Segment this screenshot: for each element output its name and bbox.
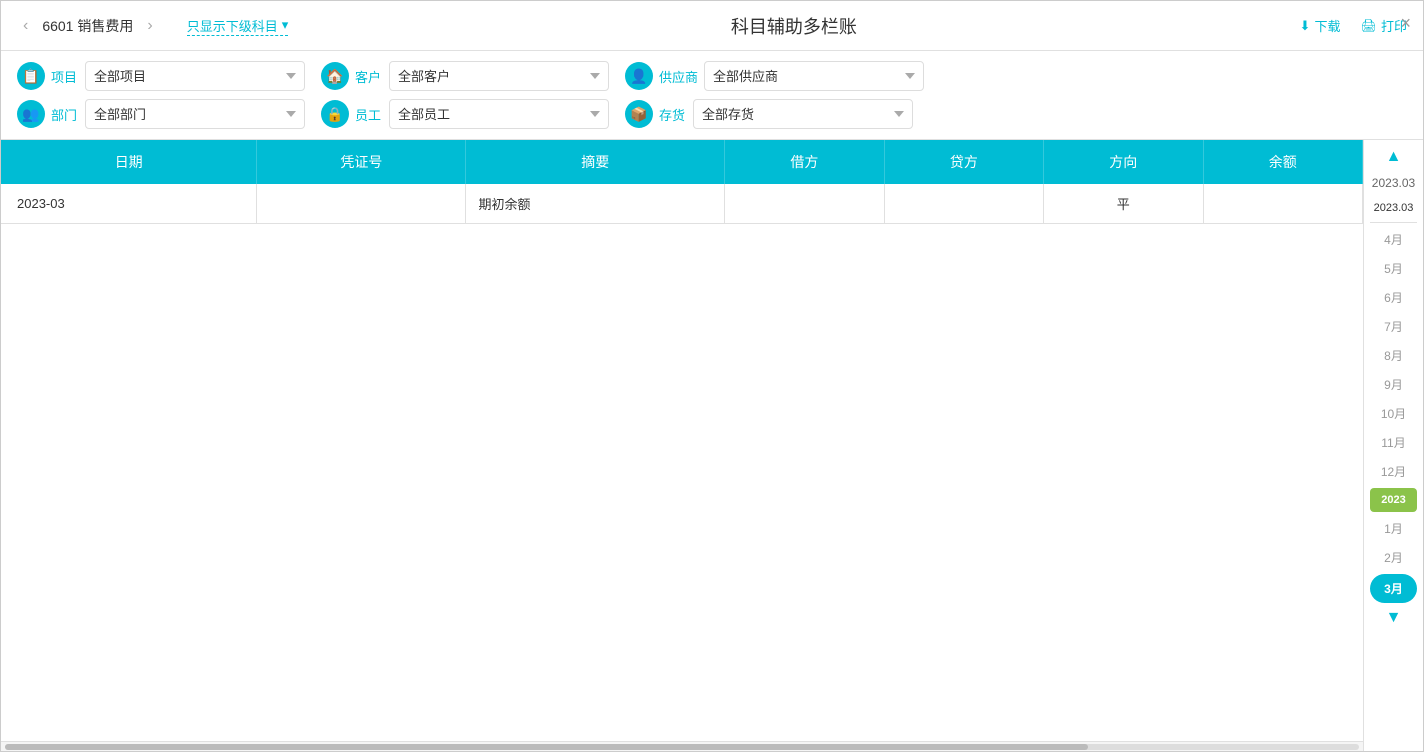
sidebar-month-4[interactable]: 4月	[1364, 225, 1423, 254]
right-sidebar: ▲ 2023.03 2023.03 4月 5月 6月 7月 8月 9月 10月 …	[1363, 140, 1423, 751]
employee-label: 员工	[355, 105, 383, 124]
project-icon: 📋	[17, 62, 45, 90]
inventory-filter-item: 📦 存货 全部存货	[625, 99, 913, 129]
cell-summary: 期初余额	[466, 184, 725, 224]
page-title: 科目辅助多栏账	[731, 13, 857, 39]
col-date: 日期	[1, 140, 257, 184]
col-summary: 摘要	[466, 140, 725, 184]
customer-icon: 🏠	[321, 62, 349, 90]
only-sub-toggle[interactable]: 只显示下级科目 ▾	[187, 16, 289, 36]
sidebar-month-8[interactable]: 8月	[1364, 341, 1423, 370]
sidebar-month-2[interactable]: 2月	[1364, 543, 1423, 572]
sidebar-month-3-active[interactable]: 3月	[1370, 574, 1417, 603]
customer-filter-item: 🏠 客户 全部客户	[321, 61, 609, 91]
col-direction: 方向	[1044, 140, 1203, 184]
sidebar-divider-1	[1370, 222, 1417, 223]
sidebar-period-2023-03-sub[interactable]: 2023.03	[1364, 196, 1423, 220]
sidebar-month-12[interactable]: 12月	[1364, 457, 1423, 486]
scrollbar-track	[5, 744, 1359, 750]
title-actions: ⬇ 下载 🖨 打印	[1300, 16, 1407, 35]
sidebar-month-9[interactable]: 9月	[1364, 370, 1423, 399]
title-bar: ‹ 6601 销售费用 › 只显示下级科目 ▾ 科目辅助多栏账 ⬇ 下载 🖨 打…	[1, 1, 1423, 51]
filter-row-2: 👥 部门 全部部门 🔒 员工 全部员工 📦 存货 全部存货	[17, 99, 1407, 129]
cell-voucher	[257, 184, 466, 224]
download-label: 下载	[1314, 16, 1340, 35]
inventory-label: 存货	[659, 105, 687, 124]
horizontal-scrollbar[interactable]	[1, 741, 1363, 751]
nav-prev-button[interactable]: ‹	[17, 15, 34, 37]
project-label: 项目	[51, 67, 79, 86]
cell-direction: 平	[1044, 184, 1203, 224]
download-icon: ⬇	[1300, 18, 1311, 34]
cell-balance	[1203, 184, 1362, 224]
department-select[interactable]: 全部部门	[85, 99, 305, 129]
customer-label: 客户	[355, 67, 383, 86]
only-sub-arrow: ▾	[282, 17, 289, 33]
sidebar-month-11[interactable]: 11月	[1364, 428, 1423, 457]
content-area: 日期 凭证号 摘要 借方 贷方 方向 余额 2023-03	[1, 140, 1423, 751]
only-sub-label: 只显示下级科目	[187, 16, 278, 35]
filter-row-1: 📋 项目 全部项目 🏠 客户 全部客户 👤 供应商 全部供应商	[17, 61, 1407, 91]
sidebar-month-1[interactable]: 1月	[1364, 514, 1423, 543]
cell-credit	[884, 184, 1043, 224]
filters-panel: 📋 项目 全部项目 🏠 客户 全部客户 👤 供应商 全部供应商	[1, 51, 1423, 140]
supplier-label: 供应商	[659, 67, 698, 86]
department-label: 部门	[51, 105, 79, 124]
sidebar-up-arrow[interactable]: ▲	[1364, 144, 1423, 170]
col-voucher: 凭证号	[257, 140, 466, 184]
cell-date: 2023-03	[1, 184, 257, 224]
sidebar-year-2023[interactable]: 2023	[1370, 488, 1417, 512]
account-code: 6601 销售费用	[42, 16, 133, 36]
customer-select[interactable]: 全部客户	[389, 61, 609, 91]
project-filter-item: 📋 项目 全部项目	[17, 61, 305, 91]
department-filter-item: 👥 部门 全部部门	[17, 99, 305, 129]
main-window: ‹ 6601 销售费用 › 只显示下级科目 ▾ 科目辅助多栏账 ⬇ 下载 🖨 打…	[0, 0, 1424, 752]
ledger-table: 日期 凭证号 摘要 借方 贷方 方向 余额 2023-03	[1, 140, 1363, 224]
main-content: 日期 凭证号 摘要 借方 贷方 方向 余额 2023-03	[1, 140, 1363, 751]
cell-debit	[725, 184, 884, 224]
supplier-icon: 👤	[625, 62, 653, 90]
project-select[interactable]: 全部项目	[85, 61, 305, 91]
col-balance: 余额	[1203, 140, 1362, 184]
col-debit: 借方	[725, 140, 884, 184]
scrollbar-thumb	[5, 744, 1088, 750]
inventory-select[interactable]: 全部存货	[693, 99, 913, 129]
title-left: ‹ 6601 销售费用 › 只显示下级科目 ▾	[17, 15, 288, 37]
print-icon: 🖨	[1360, 18, 1377, 34]
sidebar-down-arrow[interactable]: ▼	[1364, 605, 1423, 631]
department-icon: 👥	[17, 100, 45, 128]
supplier-select[interactable]: 全部供应商	[704, 61, 924, 91]
table-row: 2023-03 期初余额 平	[1, 184, 1363, 224]
close-button[interactable]: ×	[1400, 13, 1411, 34]
sidebar-month-10[interactable]: 10月	[1364, 399, 1423, 428]
sidebar-period-2023-03-header[interactable]: 2023.03	[1364, 170, 1423, 196]
sidebar-month-7[interactable]: 7月	[1364, 312, 1423, 341]
employee-select[interactable]: 全部员工	[389, 99, 609, 129]
table-header-row: 日期 凭证号 摘要 借方 贷方 方向 余额	[1, 140, 1363, 184]
col-credit: 贷方	[884, 140, 1043, 184]
inventory-icon: 📦	[625, 100, 653, 128]
sidebar-month-6[interactable]: 6月	[1364, 283, 1423, 312]
download-button[interactable]: ⬇ 下载	[1300, 16, 1341, 35]
employee-icon: 🔒	[321, 100, 349, 128]
table-container[interactable]: 日期 凭证号 摘要 借方 贷方 方向 余额 2023-03	[1, 140, 1363, 741]
nav-next-button[interactable]: ›	[141, 15, 158, 37]
supplier-filter-item: 👤 供应商 全部供应商	[625, 61, 924, 91]
sidebar-month-5[interactable]: 5月	[1364, 254, 1423, 283]
employee-filter-item: 🔒 员工 全部员工	[321, 99, 609, 129]
